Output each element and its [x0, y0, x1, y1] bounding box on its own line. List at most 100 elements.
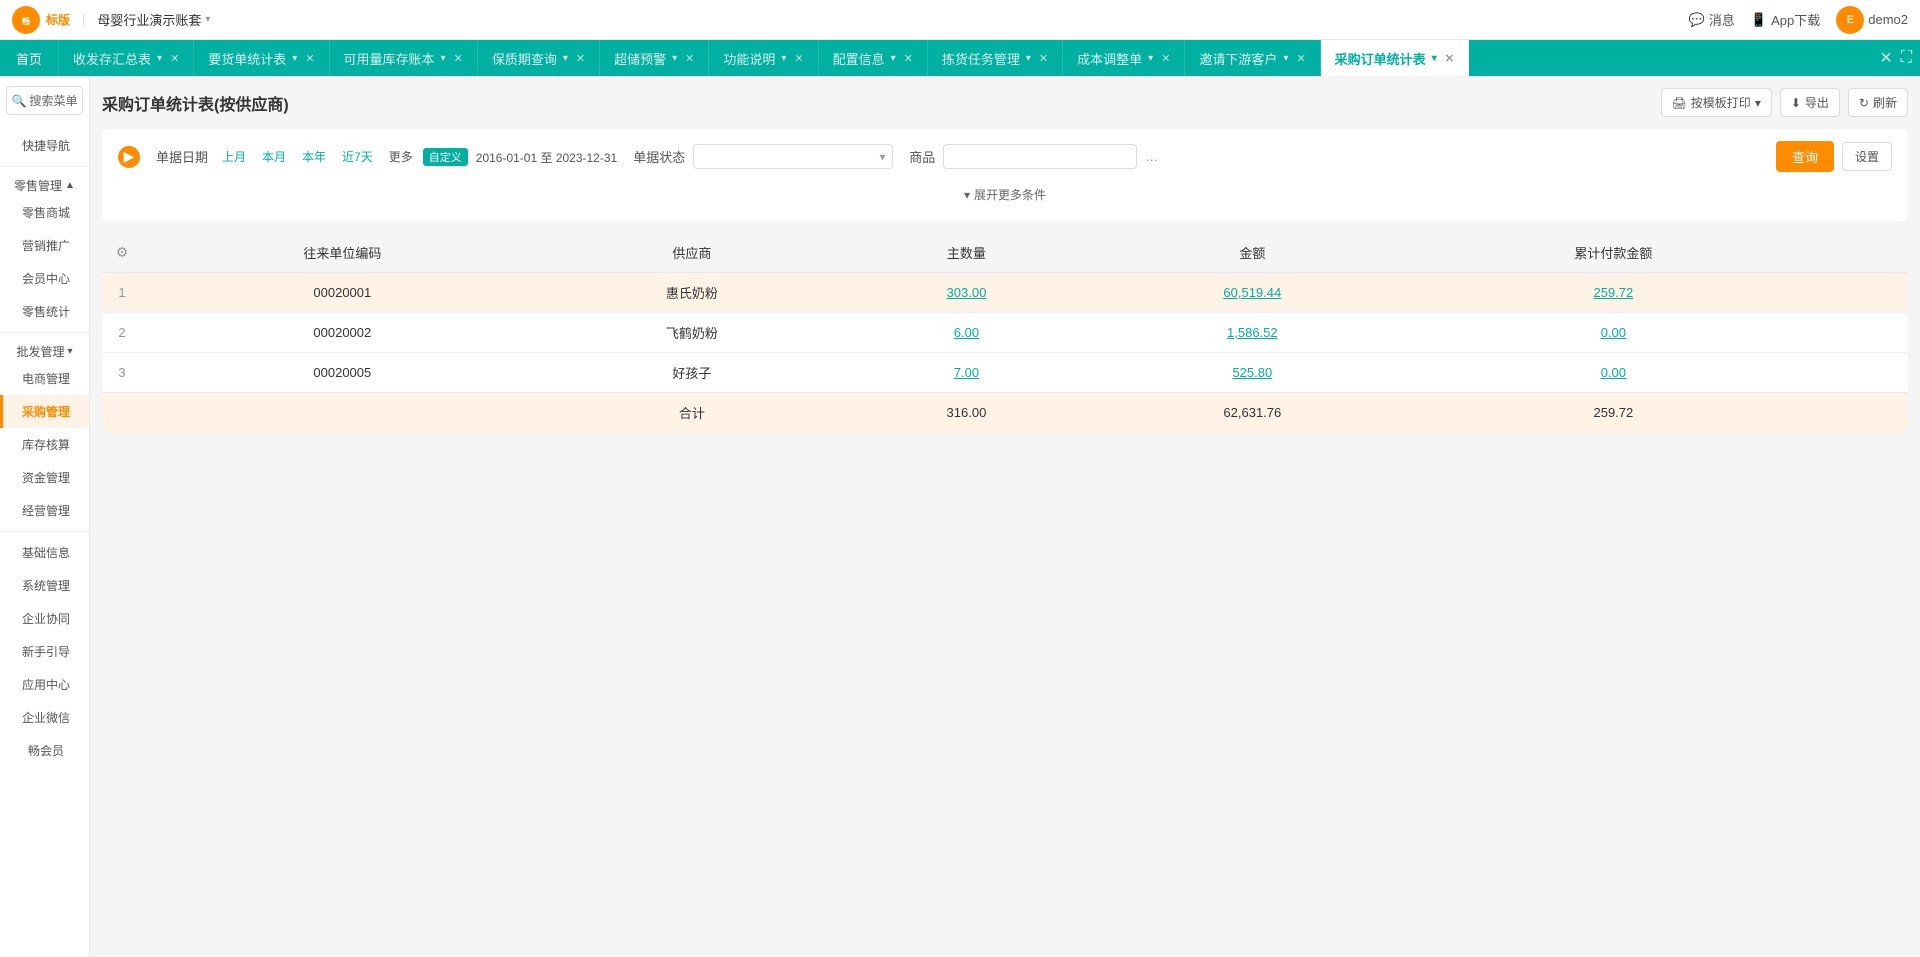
- tab-funcinfo-close-icon[interactable]: ✕: [794, 52, 803, 65]
- tab-purchase-stat[interactable]: 采购订单统计表 ▾ ✕: [1321, 40, 1469, 76]
- sidebar-item-finance[interactable]: 资金管理: [0, 461, 89, 494]
- sidebar-item-shortcut[interactable]: 快捷导航: [0, 129, 89, 162]
- table-row: 1 00020001 惠氏奶粉 303.00 60,519.44 259.72: [102, 273, 1908, 313]
- filter-custom-badge[interactable]: 自定义: [423, 148, 468, 166]
- sidebar-item-basic[interactable]: 基础信息: [0, 536, 89, 569]
- workspace-selector[interactable]: 母婴行业演示账套 ▾: [97, 10, 210, 29]
- table-row: 3 00020005 好孩子 7.00 525.80 0.00: [102, 353, 1908, 393]
- sidebar-item-system[interactable]: 系统管理: [0, 569, 89, 602]
- col-settings-icon[interactable]: ⚙: [116, 244, 129, 260]
- tab-funcinfo-label: 功能说明: [723, 49, 775, 68]
- cell-extra-3: [1814, 353, 1908, 393]
- cell-paid-2[interactable]: 0.00: [1413, 313, 1814, 353]
- message-action[interactable]: 💬 消息: [1689, 10, 1735, 29]
- sidebar-item-member[interactable]: 会员中心: [0, 262, 89, 295]
- tab-home-label: 首页: [16, 49, 42, 68]
- tab-expiry-close-icon[interactable]: ✕: [576, 52, 585, 65]
- cell-amount-3[interactable]: 525.80: [1092, 353, 1413, 393]
- tabs-close-all-icon[interactable]: ✕: [1879, 48, 1892, 68]
- top-bar-right: 💬 消息 📱 App下载 E demo2: [1689, 6, 1908, 34]
- tab-expiry[interactable]: 保质期查询 ▾ ✕: [478, 40, 600, 76]
- cell-paid-1[interactable]: 259.72: [1413, 273, 1814, 313]
- settings-button[interactable]: 设置: [1842, 142, 1892, 171]
- footer-qty: 316.00: [841, 393, 1091, 433]
- tab-goods-stat[interactable]: 要货单统计表 ▾ ✕: [194, 40, 329, 76]
- cell-amount-2[interactable]: 1,586.52: [1092, 313, 1413, 353]
- export-label: 导出: [1805, 94, 1829, 111]
- cell-extra-2: [1814, 313, 1908, 353]
- tab-invite-close-icon[interactable]: ✕: [1296, 52, 1305, 65]
- cell-qty-3[interactable]: 7.00: [841, 353, 1091, 393]
- refresh-button[interactable]: ↻ 刷新: [1848, 88, 1908, 117]
- col-settings: ⚙: [102, 233, 142, 273]
- tab-receive-close-icon[interactable]: ✕: [170, 52, 179, 65]
- app-download-action[interactable]: 📱 App下载: [1751, 10, 1820, 29]
- tab-overstock-label: 超储预警: [614, 49, 666, 68]
- tab-config-close-icon[interactable]: ✕: [904, 52, 913, 65]
- print-button[interactable]: 🖨 按模板打印 ▾: [1661, 88, 1772, 117]
- query-button[interactable]: 查询: [1776, 141, 1834, 172]
- user-info[interactable]: E demo2: [1836, 6, 1908, 34]
- tab-home[interactable]: 首页: [0, 40, 59, 76]
- tab-overstock[interactable]: 超储预警 ▾ ✕: [600, 40, 709, 76]
- tab-pick-task[interactable]: 拣货任务管理 ▾ ✕: [928, 40, 1063, 76]
- filter-shortcut-this-year[interactable]: 本年: [296, 146, 332, 167]
- filter-shortcut-last-month[interactable]: 上月: [216, 146, 252, 167]
- cell-qty-2[interactable]: 6.00: [841, 313, 1091, 353]
- col-code: 往来单位编码: [142, 233, 543, 273]
- sidebar-item-retail[interactable]: 零售管理 ▲: [0, 171, 89, 196]
- filter-shortcut-7days[interactable]: 近7天: [336, 146, 379, 167]
- sidebar-item-operation[interactable]: 经营管理: [0, 494, 89, 527]
- sidebar-item-inventory-check[interactable]: 库存核算: [0, 428, 89, 461]
- nav-tabs: 首页 收发存汇总表 ▾ ✕ 要货单统计表 ▾ ✕ 可用量库存账本 ▾ ✕ 保质期…: [0, 40, 1920, 76]
- sidebar-enterprise-label: 企业协同: [22, 612, 70, 626]
- sidebar-item-enterprise-wx[interactable]: 企业微信: [0, 701, 89, 734]
- filter-expand-button[interactable]: ▾ 展开更多条件: [964, 180, 1046, 209]
- sidebar-retail-arrow-icon: ▲: [65, 180, 75, 191]
- sidebar-item-ecommerce[interactable]: 电商管理: [0, 362, 89, 395]
- tab-cost-adj[interactable]: 成本调整单 ▾ ✕: [1063, 40, 1185, 76]
- sidebar-item-marketing[interactable]: 营销推广: [0, 229, 89, 262]
- tab-inventory[interactable]: 可用量库存账本 ▾ ✕: [330, 40, 478, 76]
- sidebar-item-app-center[interactable]: 应用中心: [0, 668, 89, 701]
- sidebar-vip-label: 畅会员: [28, 744, 64, 758]
- cell-amount-1[interactable]: 60,519.44: [1092, 273, 1413, 313]
- filter-toggle-button[interactable]: ▶: [118, 146, 140, 168]
- sidebar-item-vip[interactable]: 畅会员: [0, 734, 89, 767]
- export-button[interactable]: ⬇ 导出: [1780, 88, 1840, 117]
- filter-shortcut-more[interactable]: 更多: [383, 146, 419, 167]
- tab-cost-adj-close-icon[interactable]: ✕: [1161, 52, 1170, 65]
- cell-paid-3[interactable]: 0.00: [1413, 353, 1814, 393]
- footer-amount: 62,631.76: [1092, 393, 1413, 433]
- top-bar-left: 畅 标版 | 母婴行业演示账套 ▾: [12, 6, 210, 34]
- tab-inventory-close-icon[interactable]: ✕: [454, 52, 463, 65]
- export-icon: ⬇: [1791, 96, 1801, 110]
- filter-status-select[interactable]: [693, 144, 893, 169]
- filter-goods-more-icon[interactable]: …: [1145, 149, 1158, 164]
- settings-label: 设置: [1855, 150, 1879, 164]
- page-title-actions: 🖨 按模板打印 ▾ ⬇ 导出 ↻ 刷新: [1661, 88, 1908, 117]
- tab-receive[interactable]: 收发存汇总表 ▾ ✕: [59, 40, 194, 76]
- sidebar-item-purchase[interactable]: 采购管理: [0, 395, 89, 428]
- tab-funcinfo[interactable]: 功能说明 ▾ ✕: [709, 40, 818, 76]
- sidebar-item-newbie[interactable]: 新手引导: [0, 635, 89, 668]
- tab-overstock-close-icon[interactable]: ✕: [685, 52, 694, 65]
- filter-goods-input[interactable]: [943, 144, 1137, 169]
- tab-pick-task-close-icon[interactable]: ✕: [1039, 52, 1048, 65]
- filter-shortcut-this-month[interactable]: 本月: [256, 146, 292, 167]
- sidebar-item-wholesale[interactable]: 批发管理 ▾: [0, 337, 89, 362]
- sidebar-item-retail-mall[interactable]: 零售商城: [0, 196, 89, 229]
- sidebar-item-enterprise[interactable]: 企业协同: [0, 602, 89, 635]
- tab-invite[interactable]: 邀请下游客户 ▾ ✕: [1185, 40, 1320, 76]
- tab-config[interactable]: 配置信息 ▾ ✕: [819, 40, 928, 76]
- sidebar-item-retail-stat[interactable]: 零售统计: [0, 295, 89, 328]
- tabs-expand-icon[interactable]: ⛶: [1901, 49, 1912, 67]
- print-arrow-icon: ▾: [1755, 96, 1761, 110]
- col-amount: 金额: [1092, 233, 1413, 273]
- tab-goods-stat-close-icon[interactable]: ✕: [305, 52, 314, 65]
- search-menu-button[interactable]: 🔍 搜索菜单: [6, 86, 83, 115]
- sidebar-marketing-label: 营销推广: [22, 239, 70, 253]
- tab-purchase-stat-close-icon[interactable]: ✕: [1445, 52, 1454, 65]
- cell-qty-1[interactable]: 303.00: [841, 273, 1091, 313]
- logo-icon: 畅: [12, 6, 40, 34]
